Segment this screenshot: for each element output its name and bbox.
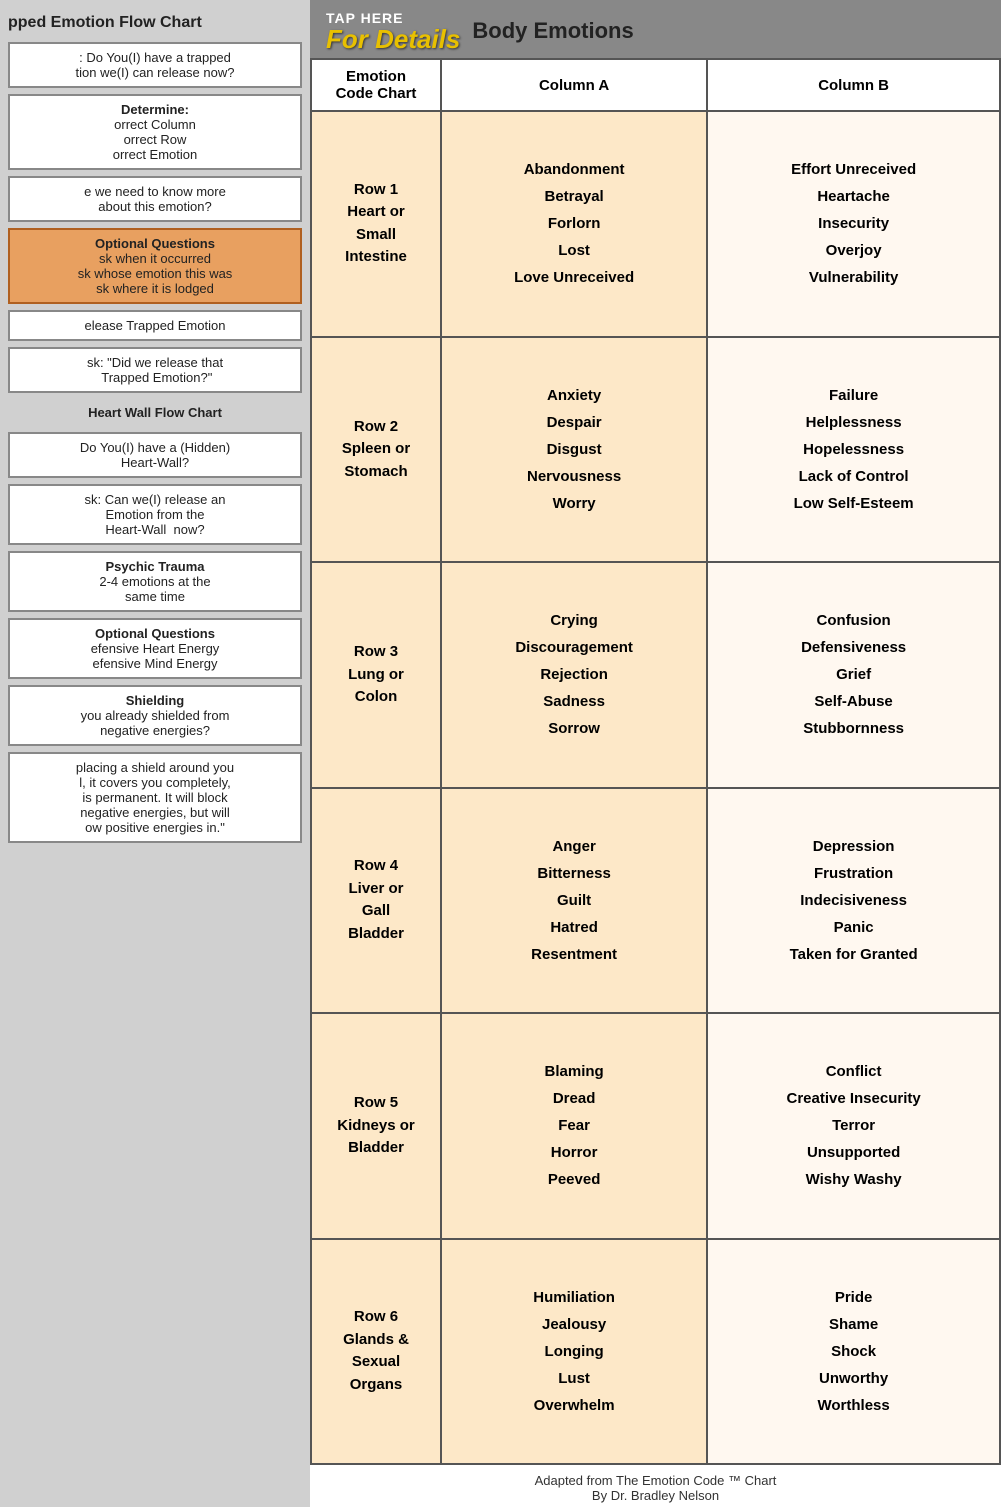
determine-box[interactable]: Determine: orrect Columnorrect Roworrect… <box>8 94 302 170</box>
optional-q2-text: efensive Heart Energyefensive Mind Energ… <box>91 641 220 671</box>
row3-label: Row 3Lung orColon <box>311 562 441 788</box>
shielding-desc-box[interactable]: placing a shield around youl, it covers … <box>8 752 302 843</box>
row6-col-b: PrideShameShockUnworthyWorthless <box>707 1239 1000 1465</box>
determine-bold: Determine: <box>121 102 189 117</box>
psychic-trauma-text: 2-4 emotions at thesame time <box>99 574 210 604</box>
shielding-bold: Shielding <box>126 693 185 708</box>
heart-wall-q2-text: sk: Can we(I) release anEmotion from the… <box>85 492 226 537</box>
footer-line2: By Dr. Bradley Nelson <box>310 1488 1001 1503</box>
row1-col-b: Effort UnreceivedHeartacheInsecurityOver… <box>707 111 1000 337</box>
row4-col-a: AngerBitternessGuiltHatredResentment <box>441 788 707 1014</box>
optional-questions-2-box[interactable]: Optional Questions efensive Heart Energy… <box>8 618 302 679</box>
tap-here-block[interactable]: TAP HERE For Details <box>326 10 460 52</box>
release-text: elease Trapped Emotion <box>85 318 226 333</box>
row1-label: Row 1Heart orSmallIntestine <box>311 111 441 337</box>
row2-col-a: AnxietyDespairDisgustNervousnessWorry <box>441 337 707 563</box>
row3-col-b: ConfusionDefensivenessGriefSelf-AbuseStu… <box>707 562 1000 788</box>
row5-label: Row 5Kidneys orBladder <box>311 1013 441 1239</box>
row5-col-b: ConflictCreative InsecurityTerrorUnsuppo… <box>707 1013 1000 1239</box>
shielding-desc-text: placing a shield around youl, it covers … <box>76 760 234 835</box>
optional-q-text: sk when it occurredsk whose emotion this… <box>78 251 233 296</box>
col-a-header-text: Column A <box>539 77 609 94</box>
row1-col-a: AbandonmentBetrayalForlornLostLove Unrec… <box>441 111 707 337</box>
row3-col-a: CryingDiscouragementRejectionSadnessSorr… <box>441 562 707 788</box>
optional-q2-bold: Optional Questions <box>95 626 215 641</box>
right-panel: TAP HERE For Details Body Emotions Emoti… <box>310 0 1001 1507</box>
heart-wall-q1-box[interactable]: Do You(I) have a (Hidden)Heart-Wall? <box>8 432 302 478</box>
left-panel: pped Emotion Flow Chart : Do You(I) have… <box>0 0 310 1507</box>
row6-label: Row 6Glands &SexualOrgans <box>311 1239 441 1465</box>
question1-box[interactable]: : Do You(I) have a trappedtion we(I) can… <box>8 42 302 88</box>
heart-wall-title-box: Heart Wall Flow Chart <box>8 399 302 426</box>
col-header-b: Column B <box>707 59 1000 111</box>
psychic-trauma-box[interactable]: Psychic Trauma 2-4 emotions at thesame t… <box>8 551 302 612</box>
shielding-text: you already shielded fromnegative energi… <box>81 708 230 738</box>
release-box[interactable]: elease Trapped Emotion <box>8 310 302 341</box>
table-row: Row 1Heart orSmallIntestine AbandonmentB… <box>311 111 1000 337</box>
for-details-text: For Details <box>326 26 460 52</box>
col-b-header-text: Column B <box>818 77 889 94</box>
optional-q-bold: Optional Questions <box>95 236 215 251</box>
table-row: Row 2Spleen orStomach AnxietyDespairDisg… <box>311 337 1000 563</box>
footer-line1: Adapted from The Emotion Code ™ Chart <box>310 1473 1001 1488</box>
table-row: Row 3Lung orColon CryingDiscouragementRe… <box>311 562 1000 788</box>
determine-text: orrect Columnorrect Roworrect Emotion <box>113 117 198 162</box>
table-header-row: EmotionCode Chart Column A Column B <box>311 59 1000 111</box>
table-footer: Adapted from The Emotion Code ™ Chart By… <box>310 1465 1001 1507</box>
row4-col-b: DepressionFrustrationIndecisivenessPanic… <box>707 788 1000 1014</box>
know-more-text: e we need to know moreabout this emotion… <box>84 184 226 214</box>
ask-release-box[interactable]: sk: "Did we release that Trapped Emotion… <box>8 347 302 393</box>
question1-text: : Do You(I) have a trappedtion we(I) can… <box>76 50 235 80</box>
header-title: Body Emotions <box>472 18 633 44</box>
col-header-label: EmotionCode Chart <box>311 59 441 111</box>
table-row: Row 5Kidneys orBladder BlamingDreadFearH… <box>311 1013 1000 1239</box>
left-panel-title: pped Emotion Flow Chart <box>8 10 302 36</box>
heart-wall-title-text: Heart Wall Flow Chart <box>88 405 222 420</box>
row2-col-b: FailureHelplessnessHopelessnessLack of C… <box>707 337 1000 563</box>
row5-col-a: BlamingDreadFearHorrorPeeved <box>441 1013 707 1239</box>
row6-col-a: HumiliationJealousyLongingLustOverwhelm <box>441 1239 707 1465</box>
shielding-box[interactable]: Shielding you already shielded fromnegat… <box>8 685 302 746</box>
col-header-label-text: EmotionCode Chart <box>336 68 417 102</box>
optional-questions-box[interactable]: Optional Questions sk when it occurredsk… <box>8 228 302 304</box>
header[interactable]: TAP HERE For Details Body Emotions <box>310 0 1001 58</box>
col-header-a: Column A <box>441 59 707 111</box>
heart-wall-q1-text: Do You(I) have a (Hidden)Heart-Wall? <box>80 440 230 470</box>
table-row: Row 4Liver orGallBladder AngerBitterness… <box>311 788 1000 1014</box>
know-more-box[interactable]: e we need to know moreabout this emotion… <box>8 176 302 222</box>
ask-release-text: sk: "Did we release that Trapped Emotion… <box>87 355 223 385</box>
psychic-trauma-bold: Psychic Trauma <box>106 559 205 574</box>
emotion-table: EmotionCode Chart Column A Column B Row … <box>310 58 1001 1465</box>
row4-label: Row 4Liver orGallBladder <box>311 788 441 1014</box>
heart-wall-q2-box[interactable]: sk: Can we(I) release anEmotion from the… <box>8 484 302 545</box>
row2-label: Row 2Spleen orStomach <box>311 337 441 563</box>
table-row: Row 6Glands &SexualOrgans HumiliationJea… <box>311 1239 1000 1465</box>
